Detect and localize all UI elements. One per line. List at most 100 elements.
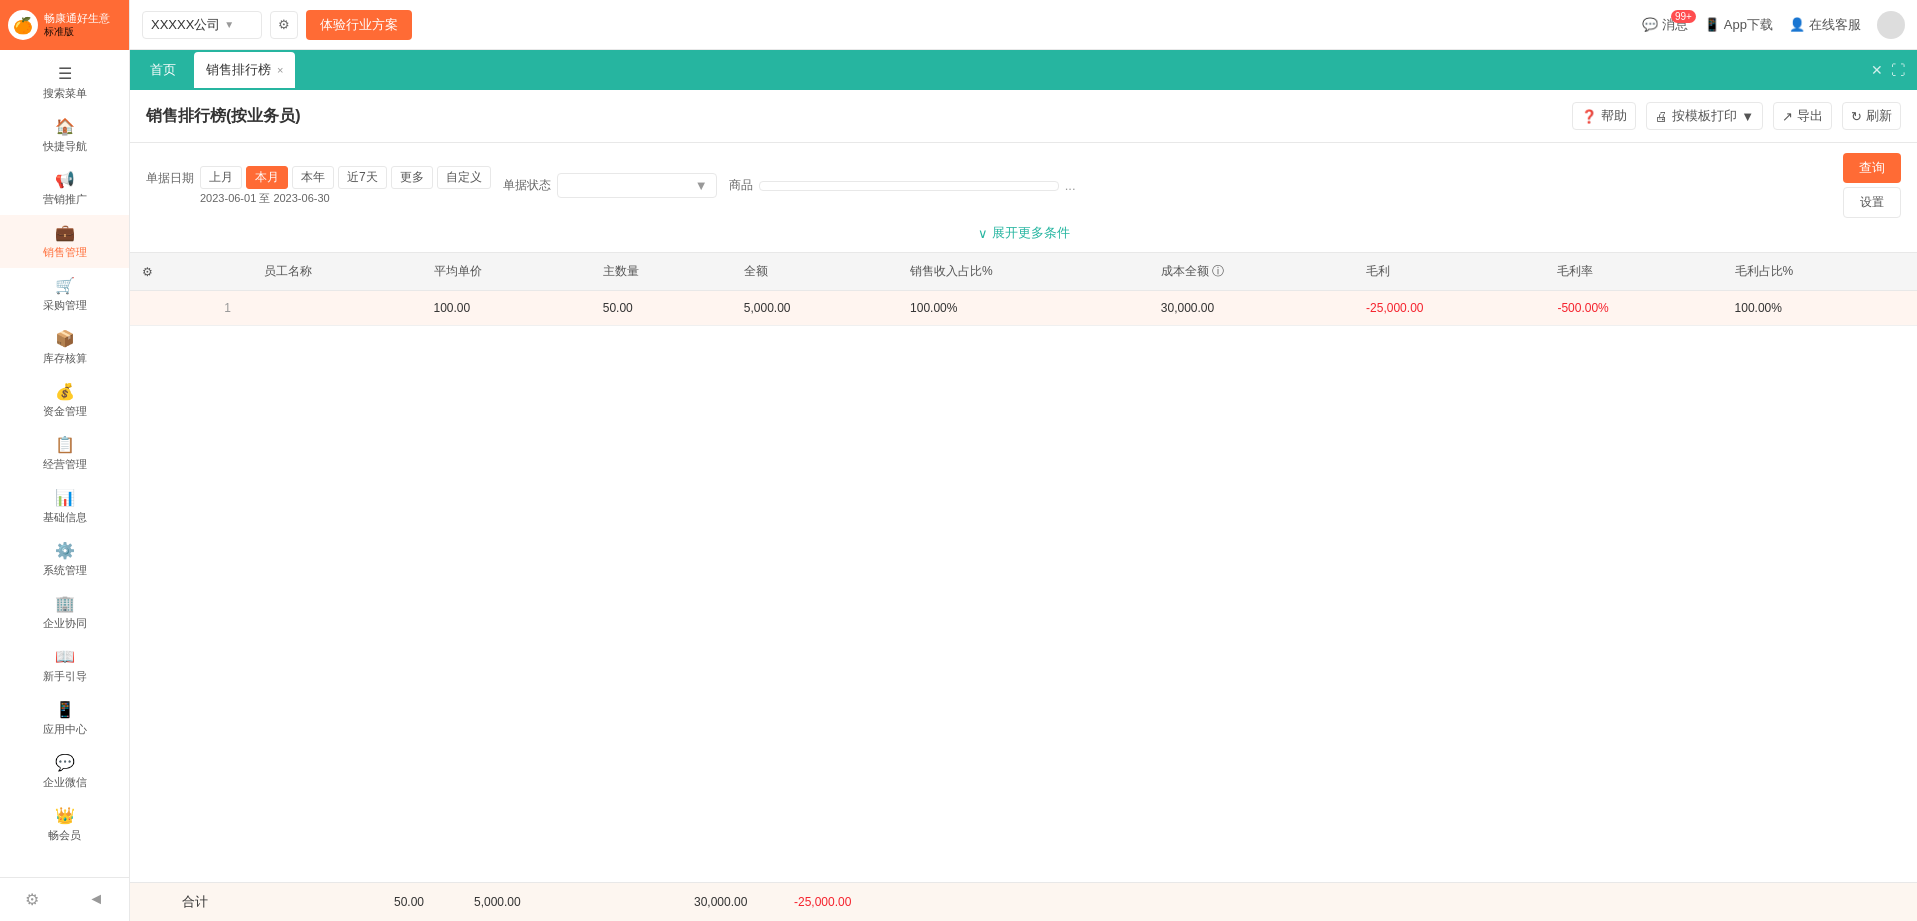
filter-settings-btn[interactable]: 设置 <box>1843 187 1901 218</box>
sales-icon: 💼 <box>55 223 75 242</box>
last-7-days-btn[interactable]: 近7天 <box>338 166 387 189</box>
sidebar-item-system[interactable]: ⚙️ 系统管理 <box>0 533 129 586</box>
export-icon: ↗ <box>1782 109 1793 124</box>
col-cost-header: 成本全额 ⓘ <box>1149 253 1354 291</box>
sidebar-item-label: 资金管理 <box>43 404 87 419</box>
filter-more-options-btn[interactable]: ... <box>1065 178 1076 193</box>
online-service-btn[interactable]: 👤 在线客服 <box>1789 16 1861 34</box>
custom-date-btn[interactable]: 自定义 <box>437 166 491 189</box>
app-icon: 📱 <box>1704 17 1720 32</box>
col-amount-header: 全额 <box>732 253 898 291</box>
expand-more-btn[interactable]: ∨ 展开更多条件 <box>146 224 1901 242</box>
help-btn[interactable]: ❓ 帮助 <box>1572 102 1636 130</box>
sidebar-item-label: 快捷导航 <box>43 139 87 154</box>
sidebar-item-marketing[interactable]: 📢 营销推广 <box>0 162 129 215</box>
expand-label: 展开更多条件 <box>992 224 1070 242</box>
company-settings-btn[interactable]: ⚙ <box>270 11 298 39</box>
collapse-sidebar-btn[interactable]: ◄ <box>84 886 108 913</box>
tab-sales-ranking[interactable]: 销售排行榜 × <box>194 52 295 88</box>
print-icon: 🖨 <box>1655 109 1668 124</box>
goods-filter: 商品 ... <box>729 177 1076 194</box>
sidebar-item-enterprise[interactable]: 🏢 企业协同 <box>0 586 129 639</box>
sidebar-item-inventory[interactable]: 📦 库存核算 <box>0 321 129 374</box>
online-service-label: 在线客服 <box>1809 16 1861 34</box>
user-avatar[interactable] <box>1877 11 1905 39</box>
guide-icon: 📖 <box>55 647 75 666</box>
trial-btn[interactable]: 体验行业方案 <box>306 10 412 40</box>
top-header: XXXXX公司 ▼ ⚙ 体验行业方案 💬 消息 99+ 📱 App下载 👤 在线… <box>130 0 1917 50</box>
footer-quantity <box>262 895 382 909</box>
chevron-down-icon: ▼ <box>695 178 708 193</box>
sidebar-item-member[interactable]: 👑 畅会员 <box>0 798 129 851</box>
settings-bottom-icon[interactable]: ⚙ <box>21 886 43 913</box>
tab-home[interactable]: 首页 <box>134 55 192 85</box>
status-select[interactable]: ▼ <box>557 173 717 198</box>
col-gross-header: 毛利 <box>1354 253 1545 291</box>
sidebar-item-label: 系统管理 <box>43 563 87 578</box>
sidebar-item-finance[interactable]: 💰 资金管理 <box>0 374 129 427</box>
message-btn[interactable]: 💬 消息 99+ <box>1642 16 1688 34</box>
tab-controls: ✕ ⛶ <box>1871 62 1913 78</box>
tab-home-label: 首页 <box>150 62 176 77</box>
query-btn[interactable]: 查询 <box>1843 153 1901 183</box>
sidebar-item-wechat[interactable]: 💬 企业微信 <box>0 745 129 798</box>
last-month-btn[interactable]: 上月 <box>200 166 242 189</box>
status-filter: 单据状态 ▼ <box>503 173 717 198</box>
sidebar-item-label: 畅会员 <box>48 828 81 843</box>
close-tab-btn[interactable]: ✕ <box>1871 62 1883 78</box>
col-avg-price-header: 平均单价 <box>422 253 591 291</box>
col-settings-header[interactable]: ⚙ <box>130 253 212 291</box>
col-rank-header <box>212 253 252 291</box>
company-selector[interactable]: XXXXX公司 ▼ <box>142 11 262 39</box>
col-employee-header: 员工名称 <box>252 253 421 291</box>
chevron-down-icon: ∨ <box>978 226 988 241</box>
table-row: 1 100.00 50.00 5,000.00 100.00% 30,000.0… <box>130 291 1917 326</box>
sidebar-item-purchase[interactable]: 🛒 采购管理 <box>0 268 129 321</box>
refresh-icon: ↻ <box>1851 109 1862 124</box>
row-settings-cell <box>130 291 212 326</box>
template-print-btn[interactable]: 🖨 按模板打印 ▼ <box>1646 102 1763 130</box>
sidebar-item-app-center[interactable]: 📱 应用中心 <box>0 692 129 745</box>
sidebar-item-operations[interactable]: 📋 经营管理 <box>0 427 129 480</box>
export-btn[interactable]: ↗ 导出 <box>1773 102 1832 130</box>
logo-title: 畅康通好生意 <box>44 11 110 25</box>
goods-select[interactable] <box>759 181 1059 191</box>
sidebar: 🍊 畅康通好生意 标准版 ☰ 搜索菜单 🏠 快捷导航 📢 营销推广 💼 销售管理… <box>0 0 130 921</box>
more-date-btn[interactable]: 更多 <box>391 166 433 189</box>
gear-icon: ⚙ <box>278 17 290 32</box>
app-download-btn[interactable]: 📱 App下载 <box>1704 16 1773 34</box>
service-icon: 👤 <box>1789 17 1805 32</box>
data-table-wrapper: ⚙ 员工名称 平均单价 主数量 全额 销售收入占比% 成本全额 ⓘ 毛利 毛利率… <box>130 253 1917 882</box>
tab-close-btn[interactable]: × <box>277 64 283 76</box>
col-quantity-header: 主数量 <box>591 253 732 291</box>
col-gross-ratio-header: 毛利占比% <box>1723 253 1917 291</box>
this-month-btn[interactable]: 本月 <box>246 166 288 189</box>
goods-label: 商品 <box>729 177 753 194</box>
sidebar-item-basic-info[interactable]: 📊 基础信息 <box>0 480 129 533</box>
sidebar-nav: ☰ 搜索菜单 🏠 快捷导航 📢 营销推广 💼 销售管理 🛒 采购管理 📦 库存核… <box>0 50 129 877</box>
tab-label: 销售排行榜 <box>206 61 271 79</box>
footer-amount-val: 5,000.00 <box>462 895 582 909</box>
maximize-tab-btn[interactable]: ⛶ <box>1891 62 1905 78</box>
page-header: 销售排行榜(按业务员) ❓ 帮助 🖨 按模板打印 ▼ ↗ 导出 ↻ 刷新 <box>130 90 1917 143</box>
sidebar-item-sales[interactable]: 💼 销售管理 <box>0 215 129 268</box>
filter-area: 单据日期 上月 本月 本年 近7天 更多 自定义 2023-06-01 至 20… <box>130 143 1917 253</box>
row-gross-ratio-cell: 100.00% <box>1723 291 1917 326</box>
sidebar-item-quick-nav[interactable]: 🏠 快捷导航 <box>0 109 129 162</box>
message-badge: 99+ <box>1671 10 1696 23</box>
row-rank-cell: 1 <box>212 291 252 326</box>
sidebar-item-label: 企业协同 <box>43 616 87 631</box>
page-actions: ❓ 帮助 🖨 按模板打印 ▼ ↗ 导出 ↻ 刷新 <box>1572 102 1901 130</box>
sidebar-bottom: ⚙ ◄ <box>0 877 129 921</box>
sidebar-item-search-order[interactable]: ☰ 搜索菜单 <box>0 56 129 109</box>
sidebar-item-label: 库存核算 <box>43 351 87 366</box>
refresh-btn[interactable]: ↻ 刷新 <box>1842 102 1901 130</box>
this-year-btn[interactable]: 本年 <box>292 166 334 189</box>
logo-icon: 🍊 <box>8 10 38 40</box>
sidebar-item-guide[interactable]: 📖 新手引导 <box>0 639 129 692</box>
filter-row: 单据日期 上月 本月 本年 近7天 更多 自定义 2023-06-01 至 20… <box>146 153 1901 218</box>
system-icon: ⚙️ <box>55 541 75 560</box>
enterprise-icon: 🏢 <box>55 594 75 613</box>
sidebar-item-label: 应用中心 <box>43 722 87 737</box>
sidebar-item-label: 销售管理 <box>43 245 87 260</box>
